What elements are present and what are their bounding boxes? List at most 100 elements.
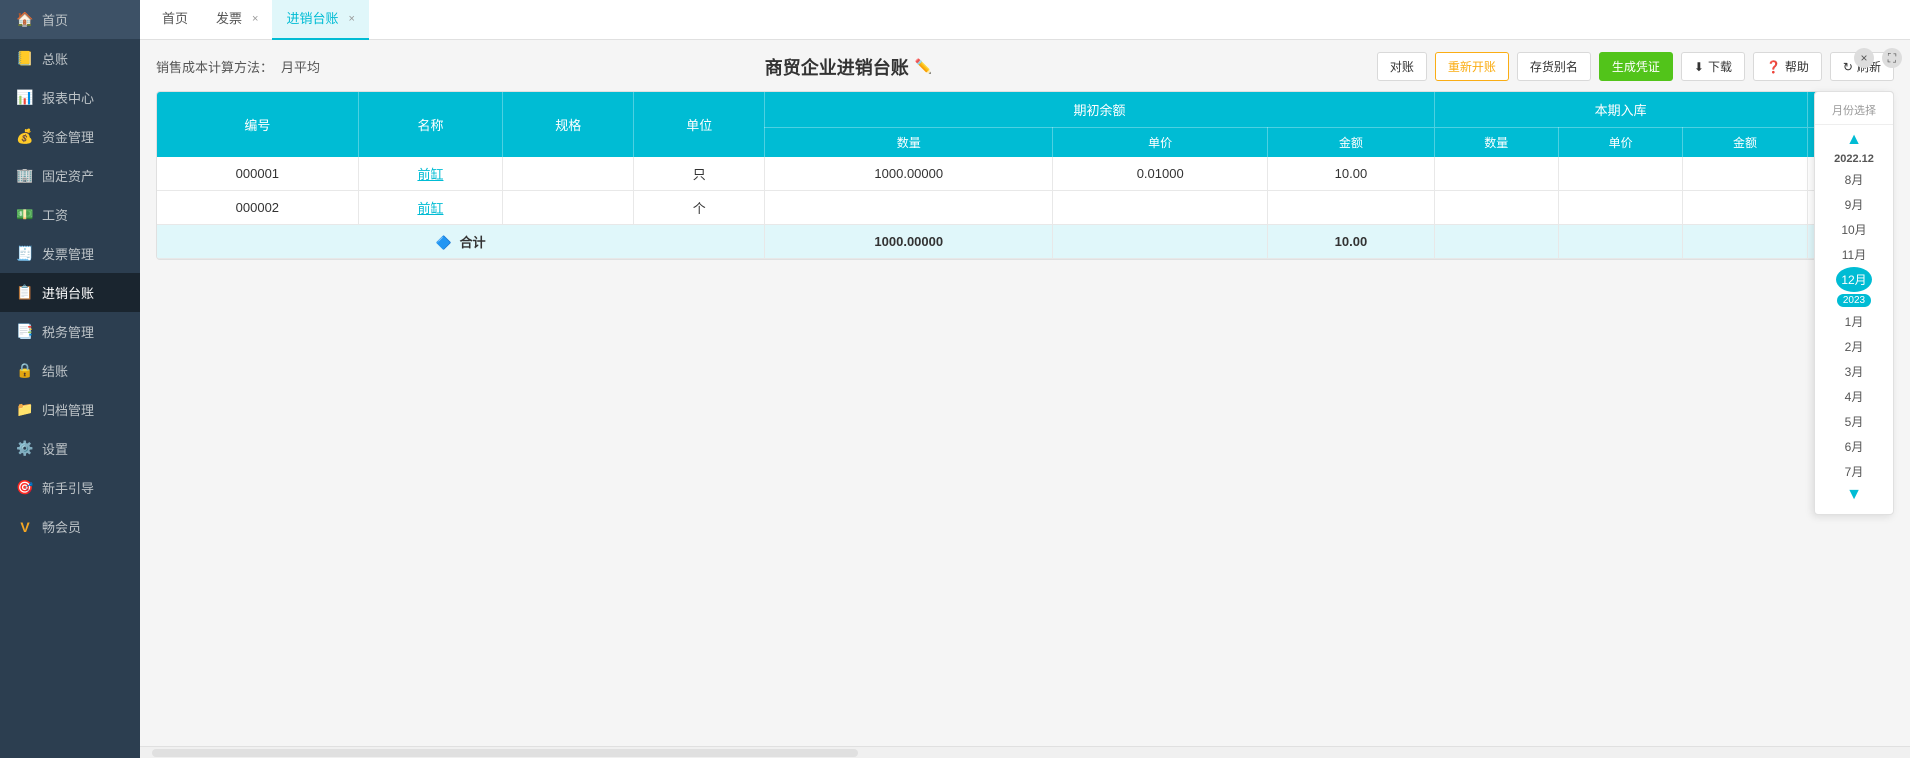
purchase-sales-icon: 📋 xyxy=(16,284,34,301)
sidebar-item-invoice-management[interactable]: 🧾 发票管理 xyxy=(0,234,140,273)
col-name: 名称 xyxy=(358,92,503,157)
month-selector-panel: 月份选择 ▲ 2022.12 8月 9月 10月 11月 12月 2023 1月… xyxy=(1814,91,1894,515)
content-area: × ⛶ 销售成本计算方法： 月平均 商贸企业进销台账 ✏️ 对账 重新开账 存货… xyxy=(140,40,1910,758)
month-10[interactable]: 10月 xyxy=(1815,217,1893,242)
month-3[interactable]: 3月 xyxy=(1815,359,1893,384)
sidebar-item-new-guide[interactable]: 🎯 新手引导 xyxy=(0,468,140,507)
row2-price-in xyxy=(1558,191,1682,225)
col-current-in: 本期入库 xyxy=(1434,92,1807,128)
month-6[interactable]: 6月 xyxy=(1815,434,1893,459)
row2-spec xyxy=(503,191,634,225)
sidebar-item-label: 资金管理 xyxy=(42,127,94,146)
help-label: 帮助 xyxy=(1785,58,1809,75)
month-5[interactable]: 5月 xyxy=(1815,409,1893,434)
total-amount-in xyxy=(1683,225,1807,259)
action-buttons: 对账 重新开账 存货别名 生成凭证 ⬇ 下载 ❓ 帮助 ↻ 刷新 xyxy=(1377,52,1894,81)
tab-home[interactable]: 首页 xyxy=(148,0,202,40)
reconcile-button[interactable]: 对账 xyxy=(1377,52,1427,81)
total-label: 🔷 合计 xyxy=(157,225,765,259)
sidebar-item-fixed-assets[interactable]: 🏢 固定资产 xyxy=(0,156,140,195)
sidebar-item-purchase-sales[interactable]: 📋 进销台账 xyxy=(0,273,140,312)
sidebar-item-report-center[interactable]: 📊 报表中心 xyxy=(0,78,140,117)
month-7[interactable]: 7月 xyxy=(1815,459,1893,484)
row1-qty-begin: 1000.00000 xyxy=(765,157,1053,191)
help-button[interactable]: ❓ 帮助 xyxy=(1753,52,1822,81)
tax-icon: 📑 xyxy=(16,323,34,340)
sub-col-amount-begin: 金额 xyxy=(1268,128,1434,158)
row1-name[interactable]: 前缸 xyxy=(358,157,503,191)
tab-invoice[interactable]: 发票 × xyxy=(202,0,272,40)
sidebar-item-closing[interactable]: 🔒 结账 xyxy=(0,351,140,390)
generate-voucher-button[interactable]: 生成凭证 xyxy=(1599,52,1673,81)
month-scroll-down[interactable]: ▼ xyxy=(1815,484,1893,506)
refresh-icon: ↻ xyxy=(1843,60,1853,74)
cost-method-value: 月平均 xyxy=(281,57,320,76)
total-amount-begin: 10.00 xyxy=(1268,225,1434,259)
sidebar: 🏠 首页 📒 总账 📊 报表中心 💰 资金管理 🏢 固定资产 💵 工资 🧾 发票… xyxy=(0,0,140,758)
month-scroll-up[interactable]: ▲ xyxy=(1815,129,1893,151)
sidebar-item-label: 税务管理 xyxy=(42,322,94,341)
archive-icon: 📁 xyxy=(16,401,34,418)
closing-icon: 🔒 xyxy=(16,362,34,379)
sidebar-item-archive[interactable]: 📁 归档管理 xyxy=(0,390,140,429)
sub-col-price-begin: 单价 xyxy=(1053,128,1268,158)
row1-price-begin: 0.01000 xyxy=(1053,157,1268,191)
fund-icon: 💰 xyxy=(16,128,34,145)
tab-invoice-close[interactable]: × xyxy=(252,0,258,39)
sidebar-item-label: 新手引导 xyxy=(42,478,94,497)
maximize-button[interactable]: ⛶ xyxy=(1882,48,1902,68)
cost-method-label: 销售成本计算方法： xyxy=(156,57,273,76)
sidebar-item-home[interactable]: 🏠 首页 xyxy=(0,0,140,39)
window-controls: × ⛶ xyxy=(1854,48,1902,68)
page-title: 商贸企业进销台账 xyxy=(765,54,909,80)
row1-code: 000001 xyxy=(157,157,358,191)
sidebar-item-general-ledger[interactable]: 📒 总账 xyxy=(0,39,140,78)
row1-spec xyxy=(503,157,634,191)
reopen-button[interactable]: 重新开账 xyxy=(1435,52,1509,81)
save-alias-button[interactable]: 存货别名 xyxy=(1517,52,1591,81)
year-2023-badge: 2023 xyxy=(1837,294,1871,307)
row2-amount-begin xyxy=(1268,191,1434,225)
sub-col-qty-begin: 数量 xyxy=(765,128,1053,158)
payroll-icon: 💵 xyxy=(16,206,34,223)
home-icon: 🏠 xyxy=(16,11,34,28)
month-panel-title: 月份选择 xyxy=(1815,100,1893,125)
sidebar-item-label: 首页 xyxy=(42,10,68,29)
report-icon: 📊 xyxy=(16,89,34,106)
row2-unit: 个 xyxy=(634,191,765,225)
sidebar-item-label: 归档管理 xyxy=(42,400,94,419)
row2-name[interactable]: 前缸 xyxy=(358,191,503,225)
row2-price-begin xyxy=(1053,191,1268,225)
close-button[interactable]: × xyxy=(1854,48,1874,68)
horizontal-scrollbar[interactable] xyxy=(140,746,1910,758)
month-2[interactable]: 2月 xyxy=(1815,334,1893,359)
sidebar-item-vip[interactable]: V 畅会员 xyxy=(0,507,140,546)
sub-col-qty-in: 数量 xyxy=(1434,128,1558,158)
col-unit: 单位 xyxy=(634,92,765,157)
tab-purchase-sales[interactable]: 进销台账 × xyxy=(272,0,368,40)
month-1[interactable]: 1月 xyxy=(1815,309,1893,334)
total-price-begin xyxy=(1053,225,1268,259)
download-label: 下载 xyxy=(1708,58,1732,75)
scrollbar-thumb[interactable] xyxy=(152,749,858,757)
sidebar-item-settings[interactable]: ⚙️ 设置 xyxy=(0,429,140,468)
edit-title-icon[interactable]: ✏️ xyxy=(915,58,932,75)
month-12[interactable]: 12月 xyxy=(1836,267,1872,292)
month-9[interactable]: 9月 xyxy=(1815,192,1893,217)
sidebar-item-label: 固定资产 xyxy=(42,166,94,185)
data-table: 编号 名称 规格 单位 期初余额 本期入库 数 数量 单价 金额 数 xyxy=(156,91,1894,260)
sidebar-item-tax-management[interactable]: 📑 税务管理 xyxy=(0,312,140,351)
sub-col-price-in: 单价 xyxy=(1558,128,1682,158)
month-11[interactable]: 11月 xyxy=(1815,242,1893,267)
download-button[interactable]: ⬇ 下载 xyxy=(1681,52,1745,81)
row2-qty-in xyxy=(1434,191,1558,225)
total-qty-begin: 1000.00000 xyxy=(765,225,1053,259)
sidebar-item-payroll[interactable]: 💵 工资 xyxy=(0,195,140,234)
month-8[interactable]: 8月 xyxy=(1815,167,1893,192)
col-begin-balance: 期初余额 xyxy=(765,92,1434,128)
invoice-icon: 🧾 xyxy=(16,245,34,262)
sidebar-item-fund-management[interactable]: 💰 资金管理 xyxy=(0,117,140,156)
month-4[interactable]: 4月 xyxy=(1815,384,1893,409)
col-code: 编号 xyxy=(157,92,358,157)
tab-purchase-sales-close[interactable]: × xyxy=(348,0,354,39)
